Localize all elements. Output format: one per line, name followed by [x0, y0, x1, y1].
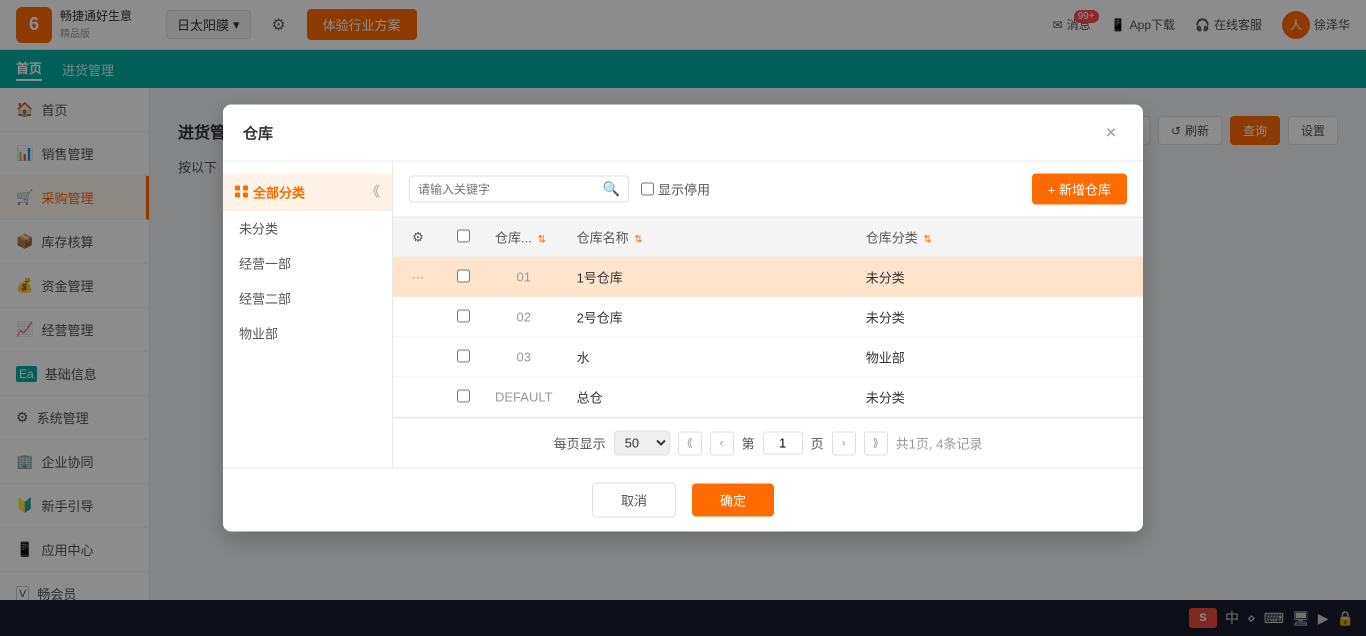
sort-icon-category: ⇅	[923, 235, 931, 246]
first-page-button[interactable]: ⟪	[678, 431, 702, 455]
td-num: 02	[483, 297, 565, 337]
sort-icon-name: ⇅	[634, 235, 642, 246]
th-checkbox	[443, 218, 483, 258]
more-options-icon[interactable]: ···	[412, 270, 425, 285]
show-disabled-checkbox[interactable]	[641, 183, 654, 196]
per-page-label: 每页显示	[554, 434, 606, 453]
th-code-label: 仓库...	[495, 231, 532, 246]
row-checkbox[interactable]	[457, 269, 470, 282]
modal-left-panel: 全部分类 《 未分类 经营一部 经营二部 物业部	[223, 162, 393, 468]
toolbar-left: 🔍 显示停用	[409, 176, 710, 203]
td-name: 总仓	[565, 377, 854, 417]
th-category-label: 仓库分类	[866, 231, 918, 246]
per-page-select[interactable]: 50 10 20 100	[614, 431, 670, 456]
category-dept2[interactable]: 经营二部	[223, 281, 392, 316]
td-checkbox	[443, 257, 483, 297]
td-category: 物业部	[854, 337, 1143, 377]
th-code: 仓库... ⇅	[483, 218, 565, 258]
td-category: 未分类	[854, 297, 1143, 337]
td-name: 1号仓库	[565, 257, 854, 297]
modal-title: 仓库	[243, 122, 273, 143]
pagination: 每页显示 50 10 20 100 ⟪ ‹ 第 页 › ⟫ 共1页, 4条记录	[393, 418, 1143, 468]
td-category: 未分类	[854, 257, 1143, 297]
search-box: 🔍	[409, 176, 629, 203]
category-unclassified[interactable]: 未分类	[223, 211, 392, 246]
show-disabled-row: 显示停用	[641, 180, 710, 199]
row-checkbox[interactable]	[457, 349, 470, 362]
grid-icon	[235, 186, 249, 198]
search-icon: 🔍	[603, 181, 620, 198]
warehouse-table-container: ⚙ 仓库... ⇅ 仓库名称 ⇅ 仓库分类	[393, 218, 1143, 418]
collapse-button[interactable]: 《	[366, 182, 380, 202]
modal-close-button[interactable]: ×	[1099, 121, 1123, 145]
modal-header: 仓库 ×	[223, 105, 1143, 162]
page-label: 第	[742, 434, 755, 453]
td-name: 水	[565, 337, 854, 377]
warehouse-table: ⚙ 仓库... ⇅ 仓库名称 ⇅ 仓库分类	[393, 218, 1143, 418]
td-checkbox	[443, 297, 483, 337]
modal-footer: 取消 确定	[223, 468, 1143, 532]
warehouse-modal: 仓库 × 全部分类 《 未分类 经营一部 经营二部 物业	[223, 105, 1143, 532]
total-info: 共1页, 4条记录	[896, 434, 983, 453]
modal-body: 全部分类 《 未分类 经营一部 经营二部 物业部 🔍 显示	[223, 162, 1143, 468]
td-num: 01	[483, 257, 565, 297]
all-category-label: 全部分类	[253, 182, 305, 201]
category-dept1[interactable]: 经营一部	[223, 246, 392, 281]
table-header-row: ⚙ 仓库... ⇅ 仓库名称 ⇅ 仓库分类	[393, 218, 1143, 258]
page-unit: 页	[811, 434, 824, 453]
td-checkbox	[443, 377, 483, 417]
table-row[interactable]: DEFAULT 总仓 未分类	[393, 377, 1143, 417]
td-name: 2号仓库	[565, 297, 854, 337]
td-gear	[393, 377, 443, 417]
td-category: 未分类	[854, 377, 1143, 417]
cancel-button[interactable]: 取消	[592, 483, 676, 518]
search-input[interactable]	[418, 182, 603, 196]
td-checkbox	[443, 337, 483, 377]
page-input[interactable]	[763, 432, 803, 455]
td-gear: ···	[393, 257, 443, 297]
th-name-label: 仓库名称	[577, 231, 629, 246]
table-row[interactable]: 02 2号仓库 未分类	[393, 297, 1143, 337]
td-num: DEFAULT	[483, 377, 565, 417]
modal-right-panel: 🔍 显示停用 + 新增仓库 ⚙	[393, 162, 1143, 468]
table-row[interactable]: 03 水 物业部	[393, 337, 1143, 377]
confirm-button[interactable]: 确定	[692, 484, 774, 517]
show-disabled-label: 显示停用	[658, 180, 710, 199]
th-category: 仓库分类 ⇅	[854, 218, 1143, 258]
td-gear	[393, 337, 443, 377]
select-all-checkbox[interactable]	[457, 229, 470, 242]
td-gear	[393, 297, 443, 337]
category-property[interactable]: 物业部	[223, 316, 392, 351]
last-page-button[interactable]: ⟫	[864, 431, 888, 455]
table-row[interactable]: ··· 01 1号仓库 未分类	[393, 257, 1143, 297]
row-checkbox[interactable]	[457, 309, 470, 322]
next-page-button[interactable]: ›	[832, 431, 856, 455]
th-name: 仓库名称 ⇅	[565, 218, 854, 258]
sort-icon-code: ⇅	[537, 235, 545, 246]
left-panel-all-category[interactable]: 全部分类 《	[223, 174, 392, 211]
add-warehouse-button[interactable]: + 新增仓库	[1032, 174, 1127, 205]
th-gear: ⚙	[393, 218, 443, 258]
modal-toolbar: 🔍 显示停用 + 新增仓库	[393, 162, 1143, 218]
prev-page-button[interactable]: ‹	[710, 431, 734, 455]
td-num: 03	[483, 337, 565, 377]
row-checkbox[interactable]	[457, 389, 470, 402]
